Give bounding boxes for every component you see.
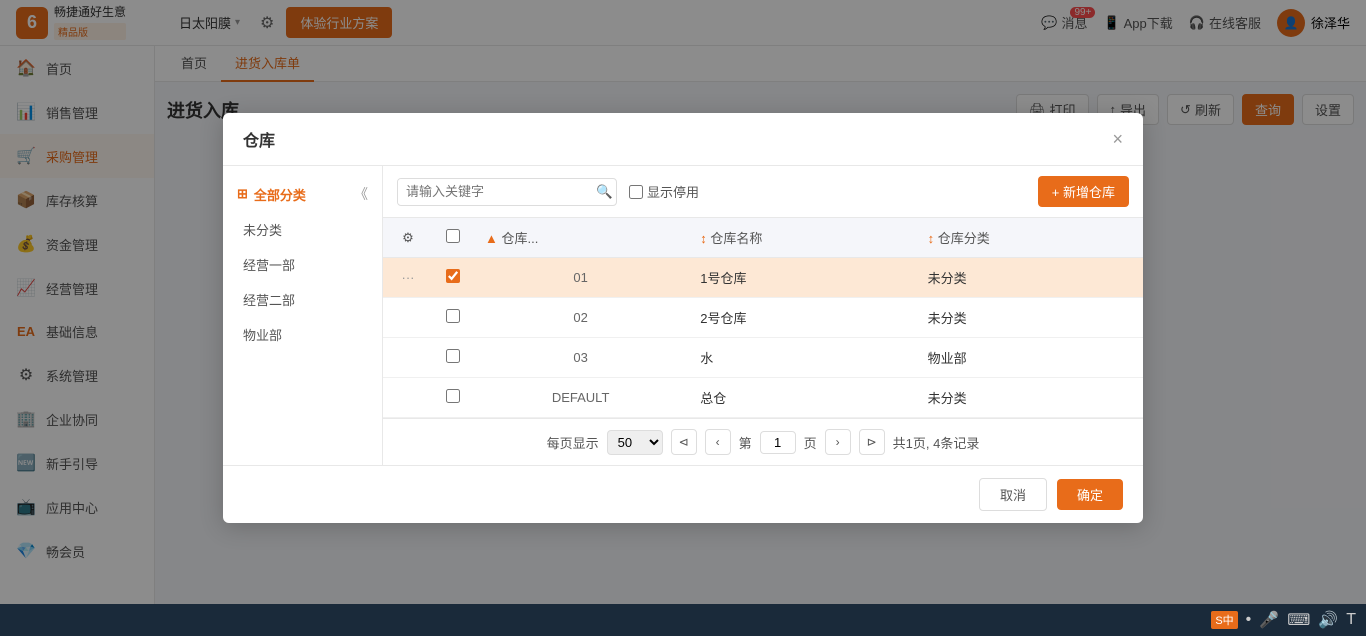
row-actions [383, 378, 433, 418]
row-category: 未分类 [916, 378, 1143, 418]
row-actions [383, 298, 433, 338]
page-last-button[interactable]: ⊳ [859, 429, 885, 455]
category-all-label: 全部分类 [254, 185, 306, 204]
row-num: 03 [473, 338, 688, 378]
row-name: 水 [688, 338, 915, 378]
category-label-property: 物业部 [243, 328, 282, 343]
th-check [433, 218, 473, 258]
category-panel: ⊞ 全部分类 《 未分类 经营一部 经营二部 物业部 [223, 166, 383, 465]
modal-title: 仓库 [243, 127, 275, 151]
select-all-checkbox[interactable] [446, 229, 460, 243]
row-checkbox-cell [433, 258, 473, 298]
show-disabled-toggle: 显示停用 [629, 182, 699, 201]
per-page-select[interactable]: 50 20 100 [607, 430, 663, 455]
row-checkbox-cell [433, 338, 473, 378]
search-box: 🔍 [397, 178, 617, 206]
th-category-label: 仓库分类 [938, 231, 990, 246]
row-checkbox-cell [433, 298, 473, 338]
mic-icon[interactable]: 🎤 [1259, 610, 1279, 630]
row-name: 1号仓库 [688, 258, 915, 298]
page-unit-label: 页 [804, 433, 817, 452]
row-checkbox[interactable] [446, 389, 460, 403]
row-category: 未分类 [916, 258, 1143, 298]
table-row[interactable]: 03 水 物业部 [383, 338, 1143, 378]
row-name: 总仓 [688, 378, 915, 418]
row-actions [383, 338, 433, 378]
page-prev-button[interactable]: ‹ [705, 429, 731, 455]
search-button[interactable]: 🔍 [588, 179, 617, 205]
row-num: 01 [473, 258, 688, 298]
row-name: 2号仓库 [688, 298, 915, 338]
show-disabled-checkbox[interactable] [629, 185, 643, 199]
settings-col-icon: ⚙ [402, 230, 414, 245]
category-label-uncategorized: 未分类 [243, 223, 282, 238]
category-item-uncategorized[interactable]: 未分类 [223, 212, 382, 247]
modal-header: 仓库 × [223, 113, 1143, 166]
category-all-header[interactable]: ⊞ 全部分类 《 [223, 176, 382, 212]
th-code: ▲ 仓库... [473, 218, 688, 258]
category-label-dept1: 经营一部 [243, 258, 295, 273]
category-all: ⊞ 全部分类 [237, 185, 306, 204]
row-checkbox-cell [433, 378, 473, 418]
search-input[interactable] [398, 179, 588, 204]
bottom-bar: S中 • 🎤 ⌨ 🔊 T [0, 604, 1366, 636]
modal-action-footer: 取消 确定 [223, 465, 1143, 523]
category-item-dept1[interactable]: 经营一部 [223, 247, 382, 282]
row-checkbox[interactable] [446, 269, 460, 283]
content-panel: 🔍 显示停用 + 新增仓库 [383, 166, 1143, 465]
row-category: 物业部 [916, 338, 1143, 378]
warehouse-modal: 仓库 × ⊞ 全部分类 《 未分类 经营一部 [223, 113, 1143, 523]
t-icon[interactable]: T [1346, 611, 1356, 629]
th-code-label: 仓库... [502, 231, 539, 246]
confirm-button[interactable]: 确定 [1057, 479, 1123, 510]
table-header-row: ⚙ ▲ 仓库... ↕ [383, 218, 1143, 258]
cancel-button[interactable]: 取消 [979, 478, 1047, 511]
th-name-label: 仓库名称 [710, 231, 762, 246]
row-category: 未分类 [916, 298, 1143, 338]
sort-icon-code: ▲ [485, 231, 498, 246]
row-actions: ··· [383, 258, 433, 298]
modal-overlay: 仓库 × ⊞ 全部分类 《 未分类 经营一部 [0, 0, 1366, 636]
page-number-input[interactable] [760, 431, 796, 454]
modal-body: ⊞ 全部分类 《 未分类 经营一部 经营二部 物业部 [223, 166, 1143, 465]
grid-icon: ⊞ [237, 186, 248, 202]
row-more-icon[interactable]: ··· [402, 270, 415, 285]
add-warehouse-button[interactable]: + 新增仓库 [1038, 176, 1129, 207]
row-num: 02 [473, 298, 688, 338]
row-checkbox[interactable] [446, 349, 460, 363]
speaker-icon[interactable]: 🔊 [1318, 610, 1338, 630]
th-category: ↕ 仓库分类 [916, 218, 1143, 258]
row-num: DEFAULT [473, 378, 688, 418]
page-next-button[interactable]: › [825, 429, 851, 455]
table-row[interactable]: ··· 01 1号仓库 未分类 [383, 258, 1143, 298]
content-toolbar: 🔍 显示停用 + 新增仓库 [383, 166, 1143, 218]
s-icon[interactable]: S中 [1211, 611, 1237, 629]
per-page-label: 每页显示 [547, 433, 599, 452]
page-prefix-label: 第 [739, 433, 752, 452]
keyboard-icon[interactable]: ⌨ [1287, 610, 1310, 630]
category-item-property[interactable]: 物业部 [223, 317, 382, 352]
table-row[interactable]: DEFAULT 总仓 未分类 [383, 378, 1143, 418]
sort-icon-cat: ↕ [928, 231, 935, 246]
collapse-icon[interactable]: 《 [354, 184, 368, 204]
modal-table: ⚙ ▲ 仓库... ↕ [383, 218, 1143, 418]
table-row[interactable]: 02 2号仓库 未分类 [383, 298, 1143, 338]
th-name: ↕ 仓库名称 [688, 218, 915, 258]
page-first-button[interactable]: ⊲ [671, 429, 697, 455]
modal-close-button[interactable]: × [1112, 129, 1123, 150]
category-label-dept2: 经营二部 [243, 293, 295, 308]
th-settings: ⚙ [383, 218, 433, 258]
row-checkbox[interactable] [446, 309, 460, 323]
total-info: 共1页, 4条记录 [893, 433, 980, 452]
warehouse-table: ⚙ ▲ 仓库... ↕ [383, 218, 1143, 418]
show-disabled-label: 显示停用 [647, 182, 699, 201]
search-icon: 🔍 [596, 184, 613, 199]
pagination: 每页显示 50 20 100 ⊲ ‹ 第 页 › ⊳ 共1页, 4条记录 [383, 418, 1143, 465]
category-item-dept2[interactable]: 经营二部 [223, 282, 382, 317]
sort-icon-name: ↕ [700, 231, 707, 246]
dot-icon: • [1246, 611, 1252, 629]
